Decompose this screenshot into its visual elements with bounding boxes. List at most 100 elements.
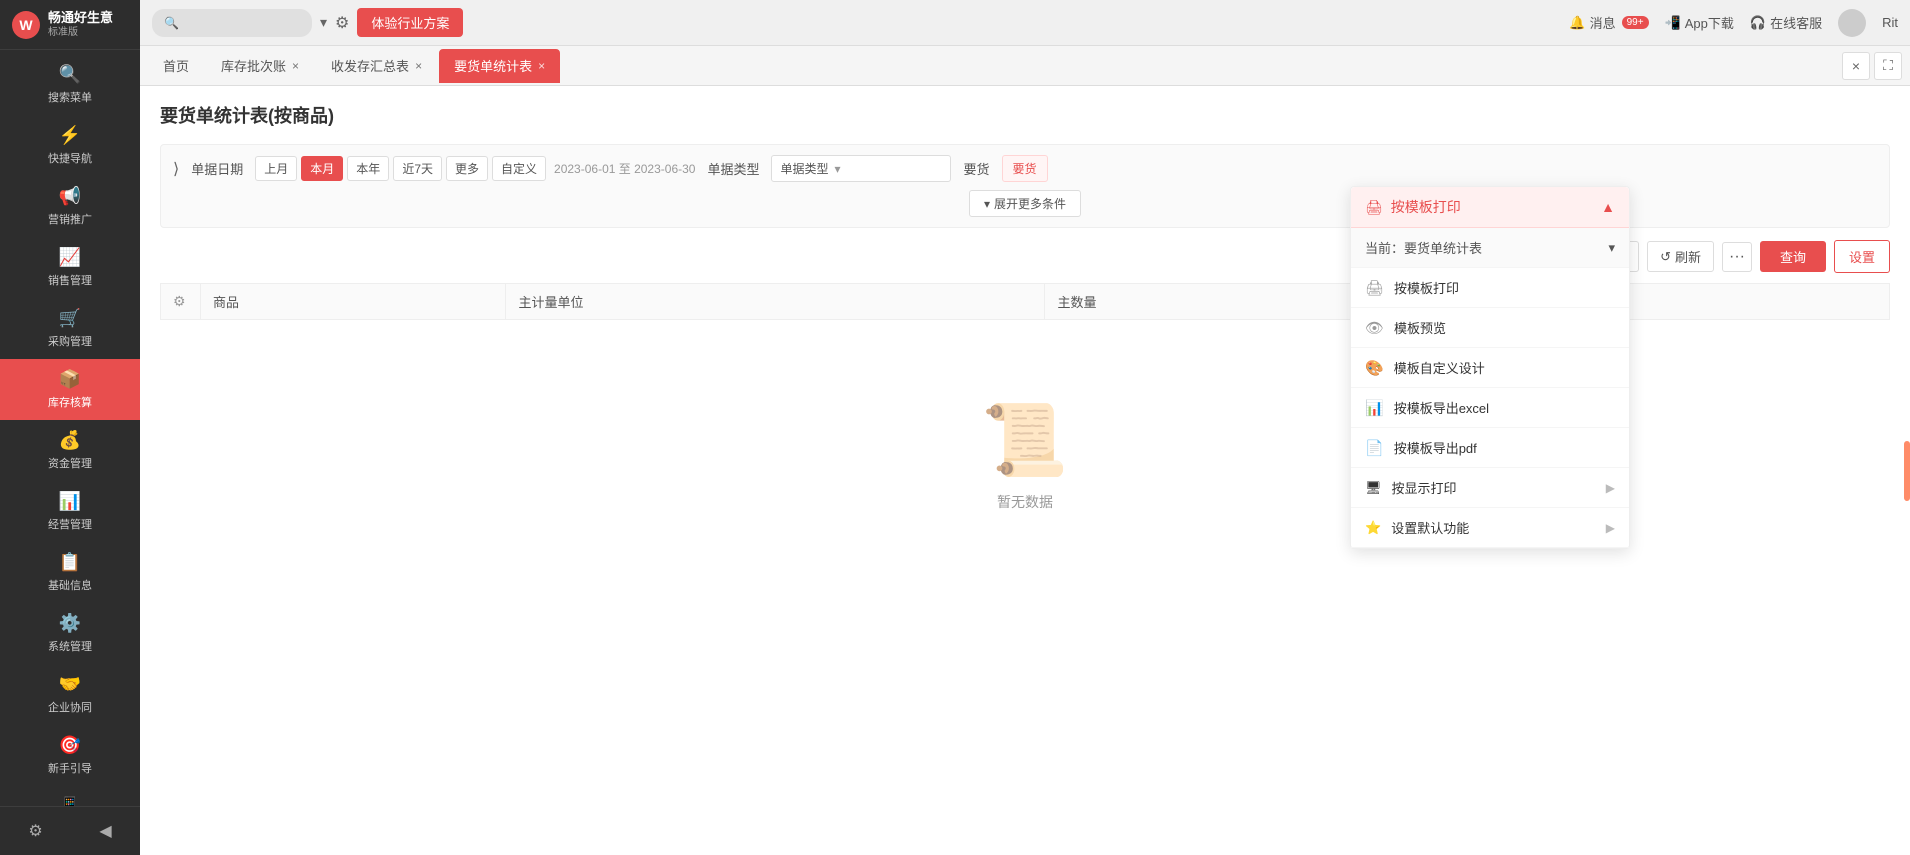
display-print-left: 🖥 按显示打印: [1365, 478, 1457, 497]
topbar-dropdown-btn[interactable]: ▾: [320, 14, 327, 31]
sidebar-item-finance[interactable]: 💰 资金管理: [0, 420, 140, 481]
tab-maximize-btn[interactable]: ⛶: [1874, 52, 1902, 80]
dropdown-current-item: 当前：要货单统计表 ▾: [1351, 228, 1629, 268]
dropdown-current-chevron-icon: ▾: [1608, 240, 1615, 256]
filter-row: ⟩ 单据日期 上月 本月 本年 近7天 更多 自定义 2023-06-01 至 …: [173, 155, 1877, 182]
basic-info-icon: 📋: [59, 552, 81, 573]
messages-btn[interactable]: 🔔 消息 99+: [1569, 13, 1648, 32]
user-avatar[interactable]: [1838, 9, 1866, 37]
print-dropdown-overlay: 🖨 按模板打印 ▲ 当前：要货单统计表 ▾ 🖨 按模板打印 👁 模板预览 🎨 模…: [1350, 186, 1630, 549]
sidebar-item-collab[interactable]: 🤝 企业协同: [0, 664, 140, 725]
expand-more-btn[interactable]: ▾ 展开更多条件: [969, 190, 1081, 217]
template-preview-label: 模板预览: [1394, 318, 1446, 337]
date-btn-current-year[interactable]: 本年: [347, 156, 389, 181]
collapse-sidebar-btn[interactable]: ◀: [91, 817, 119, 845]
dropdown-chevron-up-icon[interactable]: ▲: [1601, 199, 1615, 215]
page-title: 要货单统计表(按商品): [160, 102, 1890, 128]
display-print-label: 按显示打印: [1392, 478, 1457, 497]
sidebar-item-inventory[interactable]: 📦 库存核算: [0, 359, 140, 420]
main-area: 🔍 ▾ ⚙ 体验行业方案 🔔 消息 99+ 📲 App下载 🎧 在线客服 Rit: [140, 0, 1910, 855]
purchase-icon: 🛒: [59, 308, 81, 329]
marketing-label: 营销推广: [48, 211, 92, 227]
online-service-label: 在线客服: [1770, 13, 1822, 32]
expand-more-label: 展开更多条件: [994, 195, 1066, 212]
tab-order-stats[interactable]: 要货单统计表 ×: [439, 49, 560, 83]
trial-industry-btn[interactable]: 体验行业方案: [357, 8, 463, 37]
messages-label: 消息: [1590, 13, 1616, 32]
tab-home-label: 首页: [163, 56, 189, 75]
tab-order-stats-close[interactable]: ×: [538, 59, 545, 73]
order-flag-chip[interactable]: 要货: [1002, 155, 1048, 182]
data-table: ⚙ 商品 主计量单位 主数量 零售金额: [160, 283, 1890, 320]
filter-bar: ⟩ 单据日期 上月 本月 本年 近7天 更多 自定义 2023-06-01 至 …: [160, 144, 1890, 228]
date-btn-current-month[interactable]: 本月: [301, 156, 343, 181]
topbar-gear-btn[interactable]: ⚙: [335, 13, 349, 33]
date-btn-last-month[interactable]: 上月: [255, 156, 297, 181]
tab-inventory-batch[interactable]: 库存批次账 ×: [206, 49, 314, 83]
tab-home[interactable]: 首页: [148, 49, 204, 83]
sidebar-item-sales[interactable]: 📈 销售管理: [0, 237, 140, 298]
sidebar-item-operation[interactable]: 📊 经营管理: [0, 481, 140, 542]
collab-icon: 🤝: [59, 674, 81, 695]
guide-label: 新手引导: [48, 760, 92, 776]
set-default-label: 设置默认功能: [1391, 518, 1469, 537]
refresh-icon: ↺: [1660, 249, 1671, 265]
tab-close-btn[interactable]: ×: [1842, 52, 1870, 80]
dropdown-item-display-print[interactable]: 🖥 按显示打印 ▶: [1351, 468, 1629, 508]
dropdown-item-template-preview[interactable]: 👁 模板预览: [1351, 308, 1629, 348]
template-design-label: 模板自定义设计: [1394, 358, 1485, 377]
sidebar-item-app-center[interactable]: 📱 应用中心: [0, 786, 140, 806]
sidebar-item-marketing[interactable]: 📢 营销推广: [0, 176, 140, 237]
basic-info-label: 基础信息: [48, 577, 92, 593]
tab-inventory-batch-close[interactable]: ×: [292, 59, 299, 73]
filter-expand-icon[interactable]: ⟩: [173, 159, 179, 179]
dropdown-item-template-print[interactable]: 🖨 按模板打印: [1351, 268, 1629, 308]
dropdown-item-template-design[interactable]: 🎨 模板自定义设计: [1351, 348, 1629, 388]
date-range-display: 2023-06-01 至 2023-06-30: [554, 160, 695, 177]
tab-receipts-summary[interactable]: 收发存汇总表 ×: [316, 49, 437, 83]
topbar-search-bar[interactable]: 🔍: [152, 9, 312, 37]
tab-receipts-summary-close[interactable]: ×: [415, 59, 422, 73]
order-flag-label: 要货: [963, 159, 989, 178]
table-column-settings-icon[interactable]: ⚙: [173, 293, 186, 309]
sidebar-item-quick-nav[interactable]: ⚡ 快捷导航: [0, 115, 140, 176]
logo: W 畅通好生意 标准版: [0, 0, 140, 50]
tab-receipts-summary-label: 收发存汇总表: [331, 56, 409, 75]
sales-icon: 📈: [59, 247, 81, 268]
logo-icon: W: [12, 11, 40, 39]
sidebar-item-system[interactable]: ⚙️ 系统管理: [0, 603, 140, 664]
app-download-btn[interactable]: 📲 App下载: [1665, 13, 1734, 32]
more-actions-btn[interactable]: ···: [1722, 242, 1752, 272]
settings-bottom-btn[interactable]: ⚙: [20, 817, 50, 845]
sidebar-item-search-menu[interactable]: 🔍 搜索菜单: [0, 54, 140, 115]
dropdown-item-set-default[interactable]: ⭐ 设置默认功能 ▶: [1351, 508, 1629, 548]
export-excel-icon: 📊: [1365, 399, 1384, 417]
dropdown-item-export-pdf[interactable]: 📄 按模板导出pdf: [1351, 428, 1629, 468]
settings-btn[interactable]: 设置: [1834, 240, 1890, 273]
date-btn-more[interactable]: 更多: [446, 156, 488, 181]
col-unit: 主计量单位: [506, 284, 1045, 320]
date-btn-last7days[interactable]: 近7天: [393, 156, 442, 181]
query-btn[interactable]: 查询: [1760, 241, 1826, 272]
logo-text: 畅通好生意 标准版: [48, 10, 113, 40]
sales-label: 销售管理: [48, 272, 92, 288]
headset-icon: 🎧: [1750, 15, 1766, 31]
empty-state-text: 暂无数据: [997, 492, 1053, 512]
dropdown-item-export-excel[interactable]: 📊 按模板导出excel: [1351, 388, 1629, 428]
date-btn-custom[interactable]: 自定义: [492, 156, 546, 181]
finance-label: 资金管理: [48, 455, 92, 471]
empty-illustration: 📜: [981, 400, 1068, 482]
purchase-label: 采购管理: [48, 333, 92, 349]
display-print-chevron-icon: ▶: [1606, 481, 1615, 495]
order-type-select[interactable]: 单据类型 ▾: [771, 155, 951, 182]
sidebar-item-purchase[interactable]: 🛒 采购管理: [0, 298, 140, 359]
quick-nav-icon: ⚡: [59, 125, 81, 146]
set-default-chevron-icon: ▶: [1606, 521, 1615, 535]
username-label: Rit: [1882, 15, 1898, 30]
sidebar-item-basic-info[interactable]: 📋 基础信息: [0, 542, 140, 603]
refresh-btn[interactable]: ↺ 刷新: [1647, 241, 1714, 272]
online-service-btn[interactable]: 🎧 在线客服: [1750, 13, 1822, 32]
resize-handle[interactable]: [1904, 441, 1910, 501]
sidebar-item-guide[interactable]: 🎯 新手引导: [0, 725, 140, 786]
order-type-chevron-icon: ▾: [835, 162, 841, 176]
